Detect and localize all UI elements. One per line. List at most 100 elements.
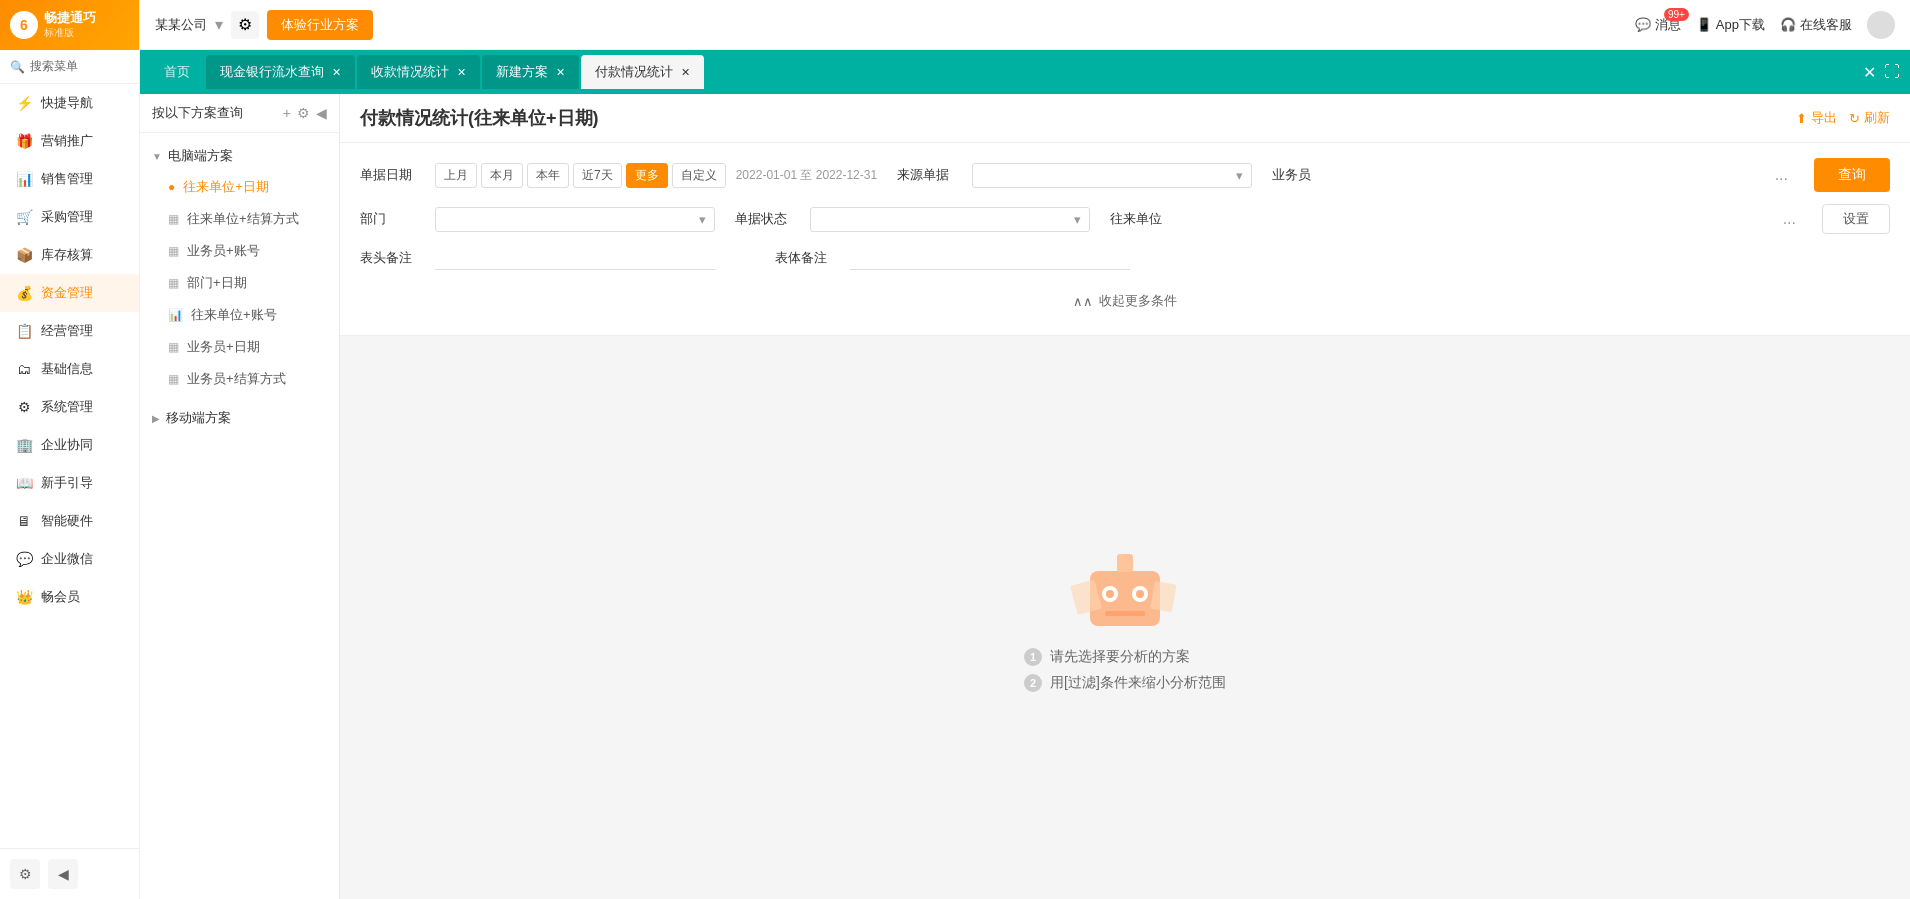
this-month-btn[interactable]: 本月 bbox=[481, 163, 523, 188]
doc-status-select[interactable]: ▾ bbox=[810, 207, 1090, 232]
company-dropdown-icon[interactable]: ▾ bbox=[215, 15, 223, 34]
staff-filter-label: 业务员 bbox=[1272, 166, 1327, 184]
logo-text-block: 畅捷通巧 标准版 bbox=[44, 10, 96, 40]
add-scheme-btn[interactable]: + bbox=[283, 105, 291, 121]
member-icon: 👑 bbox=[15, 588, 33, 606]
scheme-partner-date[interactable]: ● 往来单位+日期 bbox=[140, 171, 339, 203]
topbar-right: 💬 消息 99+ 📱 App下载 🎧 在线客服 bbox=[1635, 11, 1895, 39]
panel-header-label: 按以下方案查询 bbox=[152, 104, 243, 122]
search-menu[interactable]: 🔍 搜索菜单 bbox=[0, 50, 139, 84]
system-icon: ⚙ bbox=[15, 398, 33, 416]
staff-ellipsis-btn[interactable]: ... bbox=[1775, 166, 1788, 184]
scheme-staff-payment[interactable]: ▦ 业务员+结算方式 bbox=[140, 363, 339, 395]
tab-collection-stats-label: 收款情况统计 bbox=[371, 63, 449, 81]
topbar-settings-btn[interactable]: ⚙ bbox=[231, 11, 259, 39]
smart-hw-icon: 🖥 bbox=[15, 512, 33, 530]
collapse-sidebar-btn[interactable]: ◀ bbox=[48, 859, 78, 889]
close-all-tabs-btn[interactable]: ✕ bbox=[1863, 63, 1876, 82]
finance-icon: 💰 bbox=[15, 284, 33, 302]
tab-new-scheme-close[interactable]: ✕ bbox=[556, 66, 565, 79]
sidebar-item-label: 企业微信 bbox=[41, 550, 93, 568]
tab-cash-flow[interactable]: 现金银行流水查询 ✕ bbox=[206, 55, 355, 89]
panel-header: 按以下方案查询 + ⚙ ◀ bbox=[140, 94, 339, 133]
sidebar-header: 6 畅捷通巧 标准版 bbox=[0, 0, 139, 50]
sidebar-item-basic-info[interactable]: 🗂 基础信息 bbox=[0, 350, 139, 388]
partner-ellipsis-btn[interactable]: ... bbox=[1783, 210, 1796, 228]
filter-area: 单据日期 上月 本月 本年 近7天 更多 自定义 2022-01-01 至 20… bbox=[340, 143, 1910, 336]
date-range-display: 2022-01-01 至 2022-12-31 bbox=[736, 167, 877, 184]
doc-status-filter-label: 单据状态 bbox=[735, 210, 790, 228]
scheme-settings-btn[interactable]: ⚙ bbox=[297, 105, 310, 121]
online-service-btn[interactable]: 🎧 在线客服 bbox=[1780, 16, 1852, 34]
main-area: 某某公司 ▾ ⚙ 体验行业方案 💬 消息 99+ 📱 App下载 🎧 在线客服 bbox=[140, 0, 1910, 899]
topbar-left: 某某公司 ▾ ⚙ 体验行业方案 bbox=[155, 10, 1625, 40]
custom-btn[interactable]: 自定义 bbox=[672, 163, 726, 188]
scheme-dept-date[interactable]: ▦ 部门+日期 bbox=[140, 267, 339, 299]
operations-icon: 📋 bbox=[15, 322, 33, 340]
more-btn[interactable]: 更多 bbox=[626, 163, 668, 188]
settings-footer-btn[interactable]: ⚙ bbox=[10, 859, 40, 889]
sidebar-item-label: 智能硬件 bbox=[41, 512, 93, 530]
collapse-conditions-btn[interactable]: ∧∧ 收起更多条件 bbox=[360, 282, 1890, 320]
tab-payment-stats[interactable]: 付款情况统计 ✕ bbox=[581, 55, 704, 89]
refresh-btn[interactable]: ↻ 刷新 bbox=[1849, 109, 1890, 127]
scheme-staff-date-icon: ▦ bbox=[168, 340, 179, 354]
tab-collection-stats-close[interactable]: ✕ bbox=[457, 66, 466, 79]
source-select[interactable]: ▾ bbox=[972, 163, 1252, 188]
scheme-staff-payment-label: 业务员+结算方式 bbox=[187, 370, 286, 388]
sidebar-item-label: 采购管理 bbox=[41, 208, 93, 226]
tab-payment-stats-label: 付款情况统计 bbox=[595, 63, 673, 81]
trial-btn[interactable]: 体验行业方案 bbox=[267, 10, 373, 40]
sidebar-item-system[interactable]: ⚙ 系统管理 bbox=[0, 388, 139, 426]
export-btn[interactable]: ⬆ 导出 bbox=[1796, 109, 1837, 127]
query-btn[interactable]: 查询 bbox=[1814, 158, 1890, 192]
scheme-partner-account[interactable]: 📊 往来单位+账号 bbox=[140, 299, 339, 331]
expand-btn[interactable]: ⛶ bbox=[1884, 63, 1900, 82]
last-7-btn[interactable]: 近7天 bbox=[573, 163, 622, 188]
dept-select[interactable]: ▾ bbox=[435, 207, 715, 232]
sidebar-nav: ⚡ 快捷导航 🎁 营销推广 📊 销售管理 🛒 采购管理 📦 库存核算 💰 资金管… bbox=[0, 84, 139, 848]
sidebar-item-marketing[interactable]: 🎁 营销推广 bbox=[0, 122, 139, 160]
sidebar-item-wechat[interactable]: 💬 企业微信 bbox=[0, 540, 139, 578]
sidebar-item-guide[interactable]: 📖 新手引导 bbox=[0, 464, 139, 502]
quick-nav-icon: ⚡ bbox=[15, 94, 33, 112]
svg-point-5 bbox=[1136, 590, 1144, 598]
mobile-schemes-section[interactable]: ▶ 移动端方案 bbox=[140, 403, 339, 433]
sidebar-item-operations[interactable]: 📋 经营管理 bbox=[0, 312, 139, 350]
last-month-btn[interactable]: 上月 bbox=[435, 163, 477, 188]
sidebar-item-quick-nav[interactable]: ⚡ 快捷导航 bbox=[0, 84, 139, 122]
settings-btn[interactable]: 设置 bbox=[1822, 204, 1890, 234]
sidebar-item-inventory[interactable]: 📦 库存核算 bbox=[0, 236, 139, 274]
sidebar-item-label: 企业协同 bbox=[41, 436, 93, 454]
tab-home[interactable]: 首页 bbox=[150, 55, 204, 89]
scheme-staff-date[interactable]: ▦ 业务员+日期 bbox=[140, 331, 339, 363]
message-btn[interactable]: 💬 消息 99+ bbox=[1635, 16, 1681, 34]
sidebar-item-enterprise[interactable]: 🏢 企业协同 bbox=[0, 426, 139, 464]
app-download-label: App下载 bbox=[1716, 16, 1765, 34]
tab-cash-flow-close[interactable]: ✕ bbox=[332, 66, 341, 79]
tab-new-scheme[interactable]: 新建方案 ✕ bbox=[482, 55, 579, 89]
collapse-panel-btn[interactable]: ◀ bbox=[316, 105, 327, 121]
body-note-input[interactable] bbox=[850, 246, 1130, 270]
user-avatar[interactable] bbox=[1867, 11, 1895, 39]
this-year-btn[interactable]: 本年 bbox=[527, 163, 569, 188]
tab-collection-stats[interactable]: 收款情况统计 ✕ bbox=[357, 55, 480, 89]
empty-step-2: 2 用[过滤]条件来缩小分析范围 bbox=[1024, 674, 1226, 692]
app-download-btn[interactable]: 📱 App下载 bbox=[1696, 16, 1765, 34]
sidebar-item-smart-hw[interactable]: 🖥 智能硬件 bbox=[0, 502, 139, 540]
page-title-bar: 付款情况统计(往来单位+日期) ⬆ 导出 ↻ 刷新 bbox=[340, 94, 1910, 143]
empty-text-list: 1 请先选择要分析的方案 2 用[过滤]条件来缩小分析范围 bbox=[1024, 648, 1226, 700]
desktop-schemes-header[interactable]: ▼ 电脑端方案 bbox=[140, 141, 339, 171]
sidebar-item-finance[interactable]: 💰 资金管理 bbox=[0, 274, 139, 312]
tabbar-actions: ✕ ⛶ bbox=[1863, 63, 1900, 82]
sidebar-item-sales[interactable]: 📊 销售管理 bbox=[0, 160, 139, 198]
tabbar: 首页 现金银行流水查询 ✕ 收款情况统计 ✕ 新建方案 ✕ 付款情况统计 ✕ ✕… bbox=[140, 50, 1910, 94]
sidebar-item-purchase[interactable]: 🛒 采购管理 bbox=[0, 198, 139, 236]
tab-payment-stats-close[interactable]: ✕ bbox=[681, 66, 690, 79]
scheme-partner-payment[interactable]: ▦ 往来单位+结算方式 bbox=[140, 203, 339, 235]
sidebar-item-member[interactable]: 👑 畅会员 bbox=[0, 578, 139, 616]
scheme-staff-account[interactable]: ▦ 业务员+账号 bbox=[140, 235, 339, 267]
sidebar: 6 畅捷通巧 标准版 🔍 搜索菜单 ⚡ 快捷导航 🎁 营销推广 📊 销售管理 🛒… bbox=[0, 0, 140, 899]
header-note-input[interactable] bbox=[435, 246, 715, 270]
topbar: 某某公司 ▾ ⚙ 体验行业方案 💬 消息 99+ 📱 App下载 🎧 在线客服 bbox=[140, 0, 1910, 50]
